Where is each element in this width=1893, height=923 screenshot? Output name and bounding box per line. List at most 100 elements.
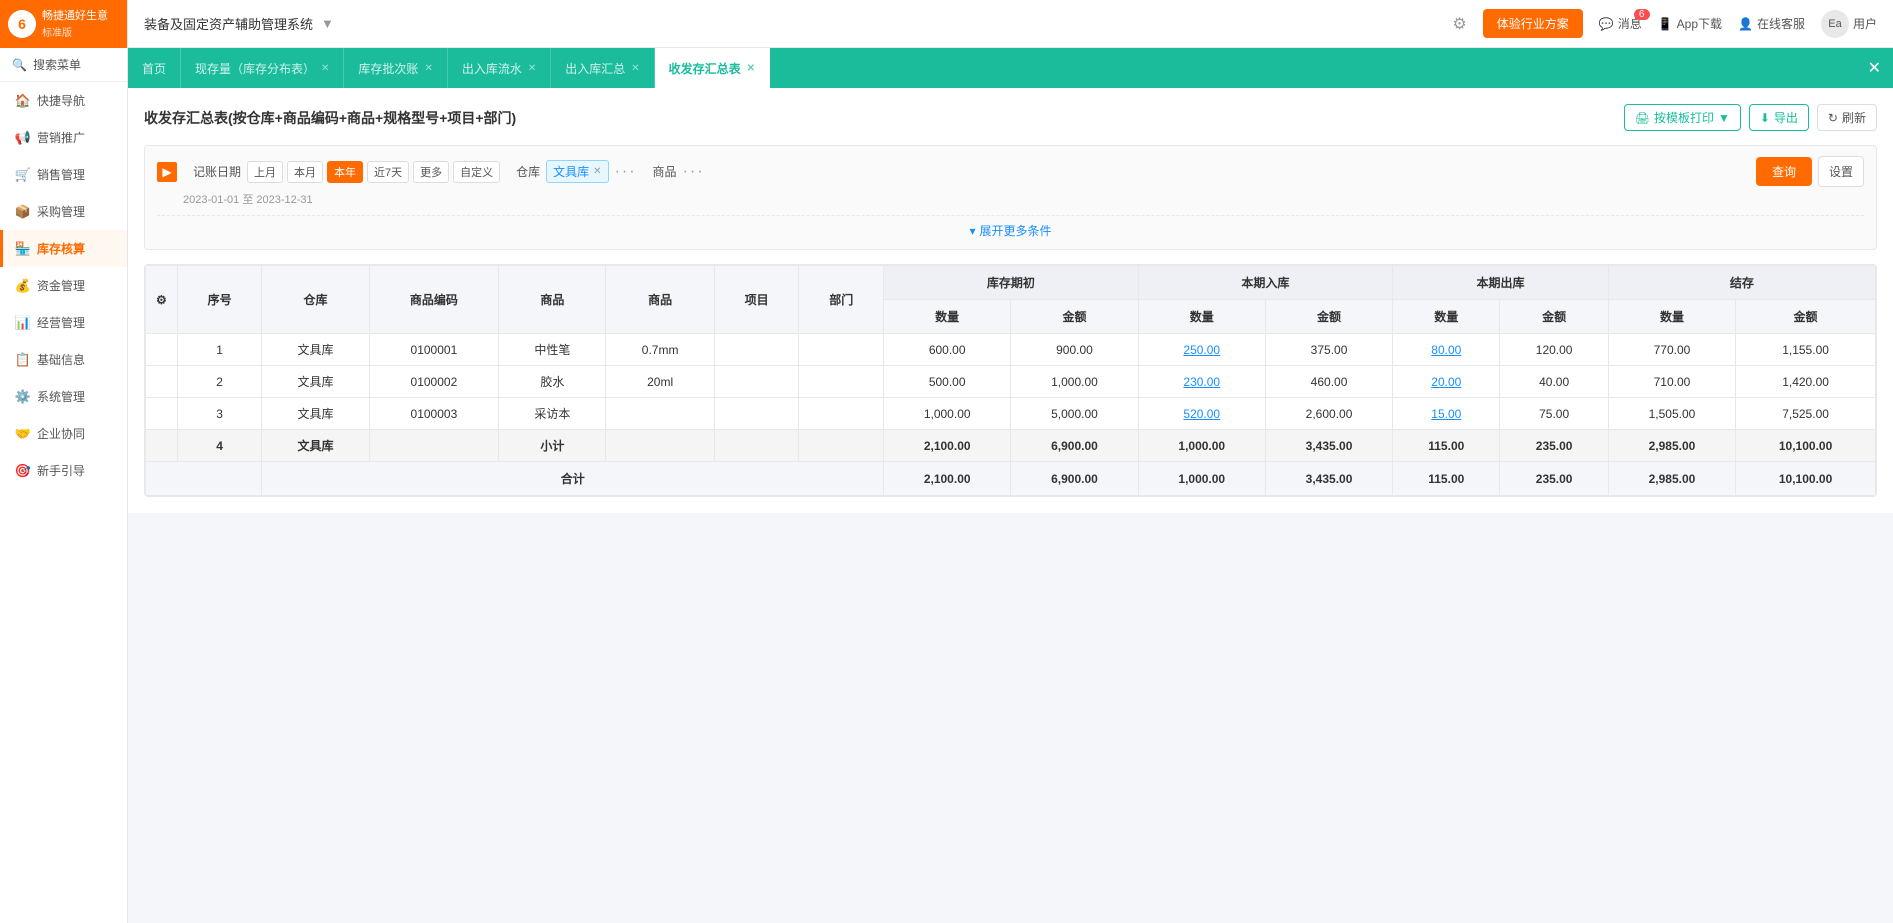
tab-batch[interactable]: 库存批次账 ✕ <box>344 48 447 88</box>
user-item[interactable]: Ea 用户 <box>1821 10 1877 38</box>
tab-inout-flow-close[interactable]: ✕ <box>528 63 536 74</box>
sidebar-item-basic-info[interactable]: 📋 基础信息 <box>0 341 127 378</box>
sidebar-item-guide[interactable]: 🎯 新手引导 <box>0 452 127 489</box>
export-button[interactable]: ⬇ 导出 <box>1749 104 1809 131</box>
footer-out-amt: 235.00 <box>1500 462 1608 496</box>
sidebar-item-finance[interactable]: 💰 资金管理 <box>0 267 127 304</box>
user-avatar: Ea <box>1821 10 1849 38</box>
sidebar-item-label: 系统管理 <box>37 388 85 405</box>
row-out-qty[interactable]: 80.00 <box>1393 334 1500 366</box>
goods-more-button[interactable]: ··· <box>683 163 705 181</box>
tab-inout-summary-close[interactable]: ✕ <box>631 63 639 74</box>
sidebar-item-sales[interactable]: 🛒 销售管理 <box>0 156 127 193</box>
sidebar-title: 畅捷通好生意 <box>42 9 108 23</box>
system-name: 装备及固定资产辅助管理系统 <box>144 14 313 33</box>
filter-goods-item: 商品 ··· <box>653 163 705 181</box>
row-project <box>714 334 799 366</box>
row-close-qty: 770.00 <box>1608 334 1735 366</box>
row-project <box>714 430 799 462</box>
row-close-qty: 2,985.00 <box>1608 430 1735 462</box>
row-settings-cell <box>146 334 178 366</box>
experience-button[interactable]: 体验行业方案 <box>1483 9 1583 38</box>
settings-gear-icon[interactable]: ⚙ <box>1452 14 1466 34</box>
row-close-qty: 710.00 <box>1608 366 1735 398</box>
tab-receive-summary-close[interactable]: ✕ <box>747 63 755 74</box>
row-out-qty[interactable]: 15.00 <box>1393 398 1500 430</box>
row-open-amt: 5,000.00 <box>1011 398 1138 430</box>
footer-open-qty: 2,100.00 <box>884 462 1011 496</box>
filter-toggle-arrow[interactable]: ▶ <box>157 162 177 182</box>
search-icon: 🔍 <box>12 58 27 72</box>
page-title: 收发存汇总表(按仓库+商品编码+商品+规格型号+项目+部门) <box>144 108 516 128</box>
sidebar-item-quick-nav[interactable]: 🏠 快捷导航 <box>0 82 127 119</box>
table-footer: 合计 2,100.00 6,900.00 1,000.00 3,435.00 1… <box>146 462 1876 496</box>
table-settings-icon[interactable]: ⚙ <box>156 293 167 307</box>
tab-inout-flow[interactable]: 出入库流水 ✕ <box>448 48 551 88</box>
th-goods: 商品 <box>499 266 606 334</box>
sidebar-item-inventory[interactable]: 🏪 库存核算 <box>0 230 127 267</box>
row-code <box>369 430 499 462</box>
row-spec: 0.7mm <box>606 334 714 366</box>
date-btn-custom[interactable]: 自定义 <box>453 161 500 183</box>
date-btn-more[interactable]: 更多 <box>413 161 449 183</box>
filter-settings-button[interactable]: 设置 <box>1818 156 1864 187</box>
guide-icon: 🎯 <box>15 463 31 479</box>
row-open-amt: 1,000.00 <box>1011 366 1138 398</box>
sidebar-item-purchase[interactable]: 📦 采购管理 <box>0 193 127 230</box>
sidebar-item-enterprise[interactable]: 🤝 企业协同 <box>0 415 127 452</box>
sidebar-item-system[interactable]: ⚙️ 系统管理 <box>0 378 127 415</box>
app-download-item[interactable]: 📱 App下载 <box>1658 15 1722 32</box>
row-warehouse: 文具库 <box>262 398 369 430</box>
row-warehouse: 文具库 <box>262 334 369 366</box>
row-goods: 采访本 <box>499 398 606 430</box>
row-num: 4 <box>177 430 262 462</box>
date-btn-this-year[interactable]: 本年 <box>327 161 363 183</box>
expand-down-icon: ▾ <box>969 224 975 238</box>
date-btn-7days[interactable]: 近7天 <box>367 161 409 183</box>
tab-home-label: 首页 <box>142 60 166 77</box>
warehouse-tag-text: 文具库 <box>553 163 589 180</box>
sidebar-item-label: 经营管理 <box>37 314 85 331</box>
print-button[interactable]: 🖨 按模板打印 ▼ <box>1624 104 1741 131</box>
row-in-amt: 2,600.00 <box>1265 398 1392 430</box>
date-range-text: 2023-01-01 至 2023-12-31 <box>183 194 313 206</box>
refresh-button[interactable]: ↻ 刷新 <box>1817 104 1877 131</box>
tab-home[interactable]: 首页 <box>128 48 181 88</box>
query-button[interactable]: 查询 <box>1756 157 1812 186</box>
topbar: 装备及固定资产辅助管理系统 ▼ ⚙ 体验行业方案 💬 消息 6 📱 App下载 … <box>128 0 1893 48</box>
sidebar-item-marketing[interactable]: 📢 营销推广 <box>0 119 127 156</box>
sidebar-item-operations[interactable]: 📊 经营管理 <box>0 304 127 341</box>
expand-conditions[interactable]: ▾ 展开更多条件 <box>157 215 1864 239</box>
th-num: 序号 <box>177 266 262 334</box>
finance-icon: 💰 <box>15 278 31 294</box>
row-close-amt: 1,420.00 <box>1736 366 1876 398</box>
filter-action-buttons: 查询 设置 <box>1756 156 1864 187</box>
tab-inventory-dist[interactable]: 现存量（库存分布表） ✕ <box>181 48 344 88</box>
th-settings[interactable]: ⚙ <box>146 266 178 334</box>
row-open-qty: 600.00 <box>884 334 1011 366</box>
tab-batch-close[interactable]: ✕ <box>424 63 432 74</box>
filter-area: ▶ 记账日期 上月 本月 本年 近7天 更多 自定义 <box>144 145 1877 250</box>
tab-inventory-dist-close[interactable]: ✕ <box>321 63 329 74</box>
warehouse-tag-close[interactable]: ✕ <box>593 166 601 177</box>
row-in-qty[interactable]: 250.00 <box>1138 334 1265 366</box>
date-btn-last-month[interactable]: 上月 <box>247 161 283 183</box>
tabbar-close-all[interactable]: ✕ <box>1856 58 1893 78</box>
row-open-qty: 1,000.00 <box>884 398 1011 430</box>
tab-inout-summary[interactable]: 出入库汇总 ✕ <box>551 48 654 88</box>
row-out-qty[interactable]: 20.00 <box>1393 366 1500 398</box>
data-table: ⚙ 序号 仓库 商品编码 商品 商品 项目 部门 库存期初 本期入库 本期出库 <box>145 265 1876 496</box>
row-in-qty[interactable]: 520.00 <box>1138 398 1265 430</box>
message-item[interactable]: 💬 消息 6 <box>1599 15 1642 32</box>
date-btn-this-month[interactable]: 本月 <box>287 161 323 183</box>
tab-receive-summary[interactable]: 收发存汇总表 ✕ <box>655 48 770 88</box>
sidebar: 6 畅捷通好生意 标准版 🔍 搜索菜单 🏠 快捷导航 📢 营销推广 🛒 销售管理… <box>0 0 128 923</box>
warehouse-more-button[interactable]: ··· <box>615 163 637 181</box>
online-service-item[interactable]: 👤 在线客服 <box>1738 15 1805 32</box>
dropdown-arrow-icon[interactable]: ▼ <box>321 16 334 31</box>
filter-warehouse-label: 仓库 <box>516 163 540 180</box>
sidebar-search-item[interactable]: 🔍 搜索菜单 <box>0 48 127 82</box>
row-open-amt: 900.00 <box>1011 334 1138 366</box>
row-in-qty[interactable]: 230.00 <box>1138 366 1265 398</box>
row-project <box>714 366 799 398</box>
